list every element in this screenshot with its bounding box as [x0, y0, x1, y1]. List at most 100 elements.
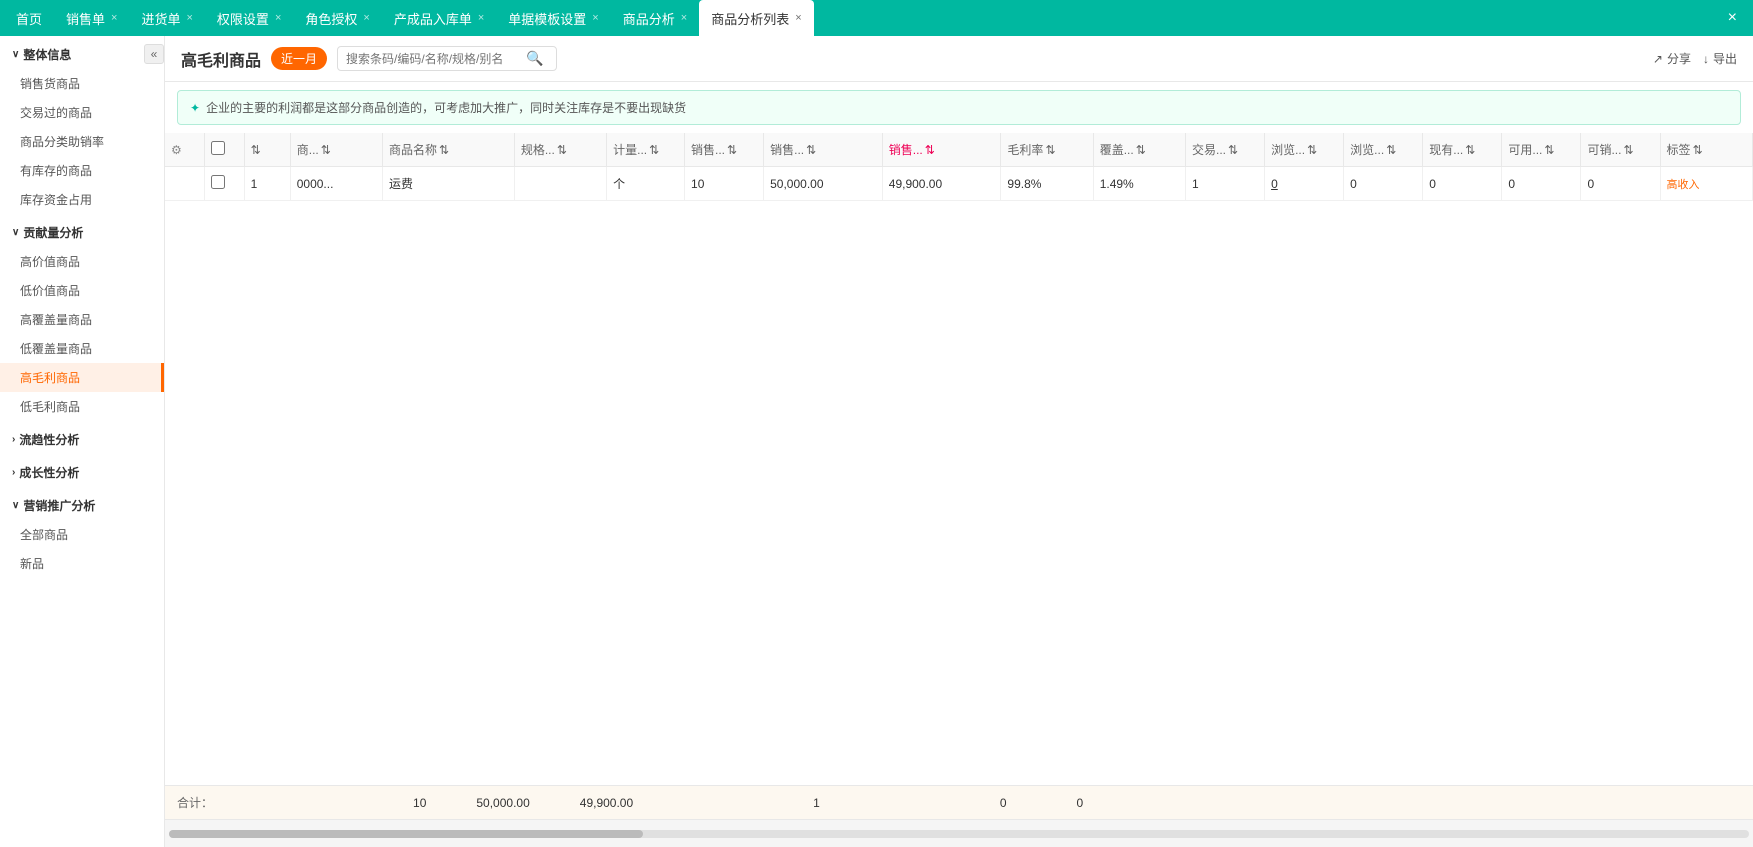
close-role-tab[interactable]: × — [363, 12, 369, 24]
close-analysis-tab[interactable]: × — [681, 12, 687, 24]
sidebar-item-in-stock[interactable]: 有库存的商品 — [0, 156, 164, 185]
table-container[interactable]: ⚙ ⇅ 商...⇅ 商品名称⇅ — [165, 133, 1753, 847]
close-template-tab[interactable]: × — [592, 12, 598, 24]
nav-item-finished-goods[interactable]: 产成品入库单 × — [382, 0, 496, 36]
cell-checkbox[interactable] — [205, 167, 245, 201]
col-sales-qty[interactable]: 销售...⇅ — [685, 133, 764, 167]
overall-group-arrow: ∨ — [12, 49, 19, 60]
col-browse1[interactable]: 浏览...⇅ — [1265, 133, 1344, 167]
scroll-thumb[interactable] — [169, 830, 643, 838]
sidebar-group-contribution-title[interactable]: ∨ 贡献量分析 — [0, 218, 164, 247]
col-current-stock[interactable]: 现有...⇅ — [1423, 133, 1502, 167]
col-browse2[interactable]: 浏览...⇅ — [1344, 133, 1423, 167]
col-name[interactable]: 商品名称⇅ — [383, 133, 515, 167]
sidebar-item-low-value[interactable]: 低价值商品 — [0, 276, 164, 305]
sidebar-item-high-value[interactable]: 高价值商品 — [0, 247, 164, 276]
share-button[interactable]: ↗ 分享 — [1653, 50, 1691, 67]
nav-item-home[interactable]: 首页 — [4, 0, 54, 36]
nav-item-analysis-list[interactable]: 商品分析列表 × — [699, 0, 813, 36]
horizontal-scrollbar[interactable] — [165, 819, 1753, 847]
sidebar-collapse-button[interactable]: « — [144, 44, 164, 64]
col-tag[interactable]: 标签⇅ — [1660, 133, 1752, 167]
cell-sales-amount: 50,000.00 — [764, 167, 883, 201]
sidebar-item-high-coverage[interactable]: 高覆盖量商品 — [0, 305, 164, 334]
cell-spec — [514, 167, 606, 201]
col-available[interactable]: 可用...⇅ — [1502, 133, 1581, 167]
tip-icon: ✦ — [190, 101, 200, 115]
export-button[interactable]: ↓ 导出 — [1703, 50, 1737, 67]
col-trade[interactable]: 交易...⇅ — [1185, 133, 1264, 167]
col-checkbox[interactable] — [205, 133, 245, 167]
sidebar-group-marketing-title[interactable]: ∨ 营销推广分析 — [0, 491, 164, 520]
close-sales-tab[interactable]: × — [111, 12, 117, 24]
sidebar-item-all-goods[interactable]: 全部商品 — [0, 520, 164, 549]
nav-item-role[interactable]: 角色授权 × — [293, 0, 381, 36]
sidebar-group-contribution: ∨ 贡献量分析 高价值商品 低价值商品 高覆盖量商品 低覆盖量商品 高毛利商品 … — [0, 218, 164, 421]
cell-trade: 1 — [1185, 167, 1264, 201]
close-window-button[interactable]: × — [1716, 9, 1749, 27]
sidebar-group-growth-title[interactable]: › 成长性分析 — [0, 458, 164, 487]
header-actions: ↗ 分享 ↓ 导出 — [1653, 50, 1737, 67]
sidebar-group-trend-title[interactable]: › 流趋性分析 — [0, 425, 164, 454]
sidebar-item-traded-goods[interactable]: 交易过的商品 — [0, 98, 164, 127]
sidebar-item-low-coverage[interactable]: 低覆盖量商品 — [0, 334, 164, 363]
data-table: ⚙ ⇅ 商...⇅ 商品名称⇅ — [165, 133, 1753, 201]
search-icon[interactable]: 🔍 — [526, 50, 543, 67]
nav-item-analysis[interactable]: 商品分析 × — [611, 0, 699, 36]
close-purchase-tab[interactable]: × — [186, 12, 192, 24]
cell-coverage: 1.49% — [1093, 167, 1185, 201]
cell-sales-profit: 49,900.00 — [882, 167, 1001, 201]
col-sales-amount[interactable]: 销售...⇅ — [764, 133, 883, 167]
total-sales-profit: 49,900.00 — [580, 796, 633, 810]
sidebar-group-marketing: ∨ 营销推广分析 全部商品 新品 — [0, 491, 164, 578]
search-box: 🔍 — [337, 46, 557, 71]
sidebar: « ∨ 整体信息 销售货商品 交易过的商品 商品分类助销率 有库存的商品 库存资… — [0, 36, 165, 847]
total-current-stock: 0 — [1000, 796, 1007, 810]
sidebar-item-category-rate[interactable]: 商品分类助销率 — [0, 127, 164, 156]
cell-available: 0 — [1502, 167, 1581, 201]
cell-unit: 个 — [607, 167, 685, 201]
sidebar-item-low-margin[interactable]: 低毛利商品 — [0, 392, 164, 421]
select-all-checkbox[interactable] — [211, 141, 225, 155]
nav-item-purchase[interactable]: 进货单 × — [129, 0, 204, 36]
total-sales-qty: 10 — [413, 796, 426, 810]
sidebar-item-new-goods[interactable]: 新品 — [0, 549, 164, 578]
close-finished-goods-tab[interactable]: × — [478, 12, 484, 24]
sidebar-item-high-margin[interactable]: 高毛利商品 — [0, 363, 164, 392]
sidebar-item-stock-funds[interactable]: 库存资金占用 — [0, 185, 164, 214]
trend-group-arrow: › — [12, 434, 15, 445]
settings-icon[interactable]: ⚙ — [171, 143, 182, 157]
nav-item-sales[interactable]: 销售单 × — [54, 0, 129, 36]
nav-item-permission[interactable]: 权限设置 × — [205, 0, 293, 36]
cell-current-stock: 0 — [1423, 167, 1502, 201]
col-unit[interactable]: 计量...⇅ — [607, 133, 685, 167]
scroll-track[interactable] — [169, 830, 1749, 838]
total-trade: 1 — [813, 796, 820, 810]
col-spec[interactable]: 规格...⇅ — [514, 133, 606, 167]
cell-code: 0000... — [290, 167, 382, 201]
contribution-group-arrow: ∨ — [12, 227, 19, 238]
nav-item-template[interactable]: 单据模板设置 × — [496, 0, 610, 36]
share-icon: ↗ — [1653, 52, 1663, 66]
table-row: 1 0000... 运费 个 10 50,000.00 49,900.00 99… — [165, 167, 1753, 201]
cell-sellable: 0 — [1581, 167, 1660, 201]
row-checkbox[interactable] — [211, 175, 225, 189]
table-header-row: ⚙ ⇅ 商...⇅ 商品名称⇅ — [165, 133, 1753, 167]
search-input[interactable] — [346, 52, 526, 66]
col-coverage[interactable]: 覆盖...⇅ — [1093, 133, 1185, 167]
col-sales-profit[interactable]: 销售...⇅ — [882, 133, 1001, 167]
col-gross-margin[interactable]: 毛利率⇅ — [1001, 133, 1093, 167]
close-analysis-list-tab[interactable]: × — [795, 12, 801, 24]
close-permission-tab[interactable]: × — [275, 12, 281, 24]
cell-browse1[interactable]: 0 — [1265, 167, 1344, 201]
time-filter-button[interactable]: 近一月 — [271, 47, 327, 70]
marketing-group-arrow: ∨ — [12, 500, 19, 511]
cell-name[interactable]: 运费 — [383, 167, 515, 201]
col-settings[interactable]: ⚙ — [165, 133, 205, 167]
col-code[interactable]: 商...⇅ — [290, 133, 382, 167]
col-sellable[interactable]: 可销...⇅ — [1581, 133, 1660, 167]
sidebar-item-sales-goods[interactable]: 销售货商品 — [0, 69, 164, 98]
sidebar-group-overall-title[interactable]: ∨ 整体信息 — [0, 40, 164, 69]
info-banner: ✦ 企业的主要的利润都是这部分商品创造的，可考虑加大推广，同时关注库存是不要出现… — [177, 90, 1741, 125]
col-index: ⇅ — [244, 133, 290, 167]
